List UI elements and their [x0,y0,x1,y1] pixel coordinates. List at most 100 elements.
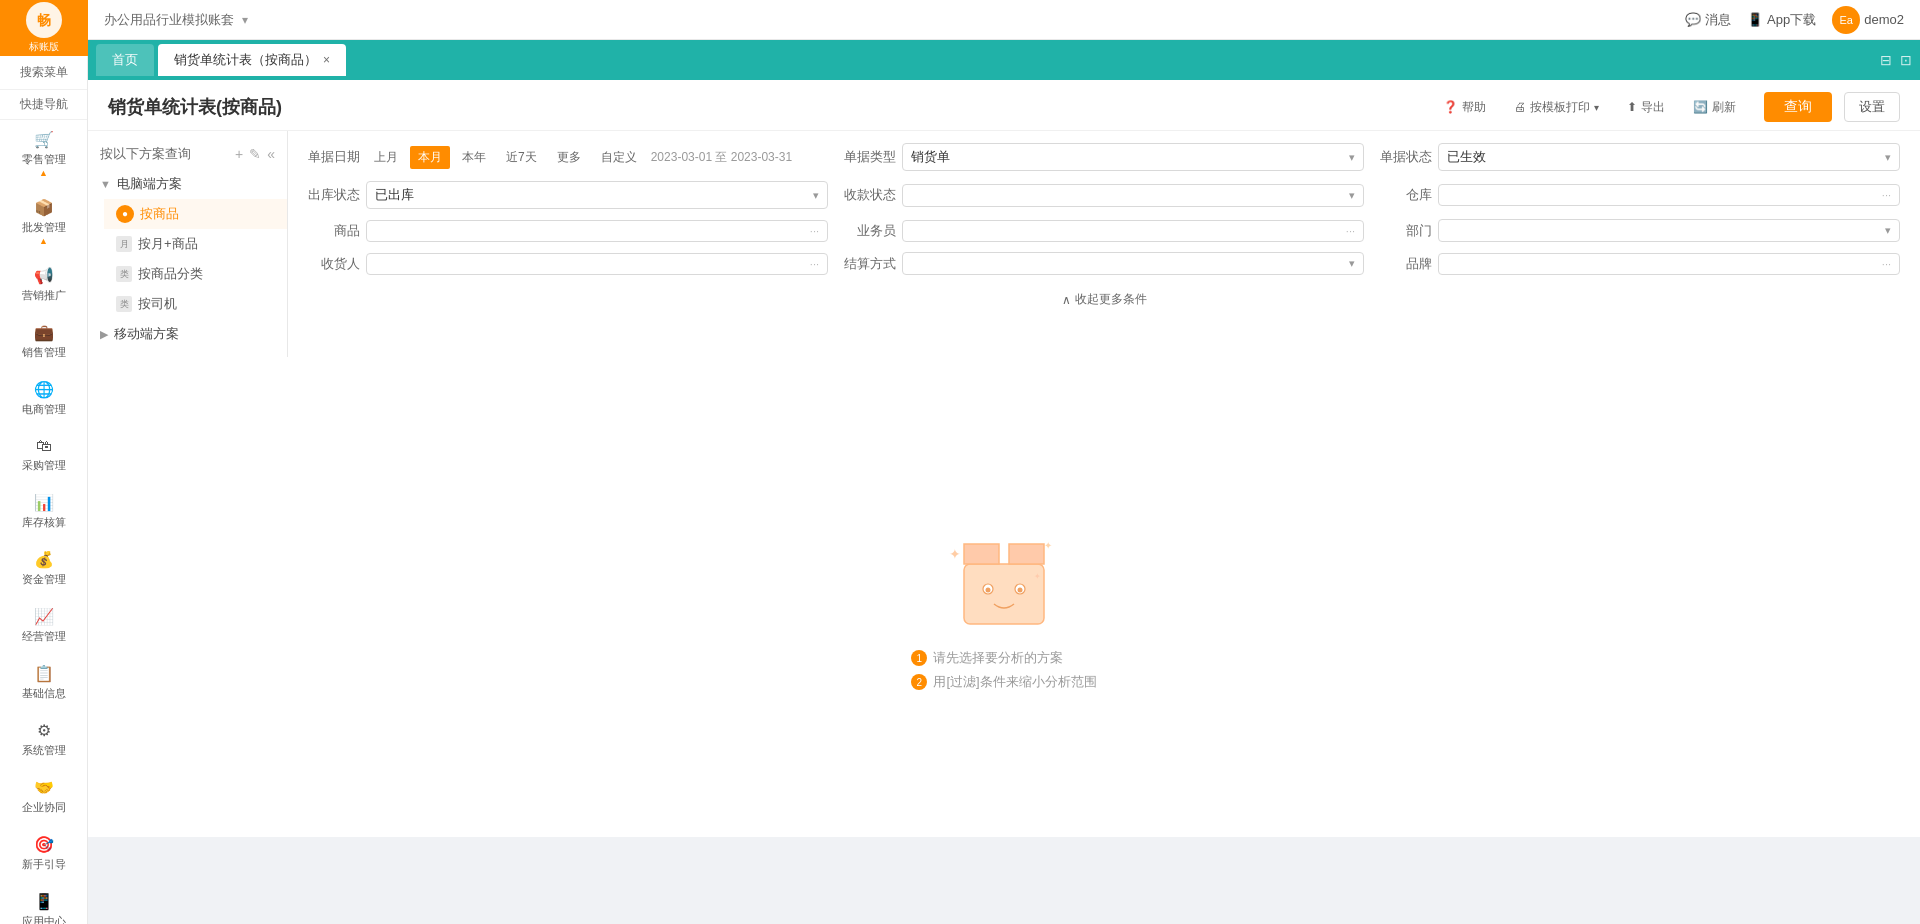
message-button[interactable]: 💬 消息 [1685,11,1731,29]
company-icon: 🤝 [34,778,54,797]
app-download-button[interactable]: 📱 App下载 [1747,11,1816,29]
brand-input[interactable]: ··· [1438,253,1900,275]
collapse-label: 收起更多条件 [1075,291,1147,308]
box-body: ✦ ✦ ✦ [944,524,1064,637]
add-scheme-icon[interactable]: + [235,146,243,162]
tab-bar-right: ⊟ ⊡ [1880,52,1912,68]
date-more-btn[interactable]: 更多 [549,146,589,169]
bill-type-dropdown-icon: ▾ [1349,151,1355,164]
filter-warehouse-status-cell: 出库状态 已出库 ▾ [308,181,828,209]
tab-close-icon[interactable]: × [323,53,330,67]
date-buttons: 上月 本月 本年 近7天 更多 自定义 [366,146,645,169]
refresh-button[interactable]: 🔄 刷新 [1685,95,1744,120]
help-icon: ❓ [1443,100,1458,114]
hint-1-num: 1 [911,650,927,666]
bill-status-label: 单据状态 [1380,148,1432,166]
basic-icon: 📋 [34,664,54,683]
tab-maximize-icon[interactable]: ⊡ [1900,52,1912,68]
empty-hint-1: 1 请先选择要分析的方案 [911,649,1096,667]
breadcrumb-dropdown[interactable]: ▾ [242,13,248,27]
content-inner: 销货单统计表(按商品) ❓ 帮助 🖨 按模板打印 ▾ ⬆ 导出 [88,80,1920,837]
date-this-month-btn[interactable]: 本月 [410,146,450,169]
sidebar-item-basic[interactable]: 📋 基础信息 [0,654,87,711]
filter-bill-type-cell: 单据类型 销货单 ▾ [844,143,1364,171]
goods-input[interactable]: ··· [366,220,828,242]
payment-method-label: 结算方式 [844,255,896,273]
help-button[interactable]: ❓ 帮助 [1435,95,1494,120]
warehouse-input[interactable]: ··· [1438,184,1900,206]
sidebar-item-sales[interactable]: 💼 销售管理 [0,313,87,370]
sidebar-search-nav[interactable]: 搜索菜单 [0,56,87,90]
date-last-month-btn[interactable]: 上月 [366,146,406,169]
sidebar-quick-nav[interactable]: 快捷导航 [0,90,87,120]
edit-scheme-icon[interactable]: ✎ [249,146,261,162]
search-label[interactable]: 搜索菜单 [20,65,68,79]
payment-status-select[interactable]: ▾ [902,184,1364,207]
sidebar-item-wholesale[interactable]: 📦 批发管理 ▲ [0,188,87,256]
sidebar-item-guide[interactable]: 🎯 新手引导 [0,825,87,882]
svg-text:✦: ✦ [949,546,961,562]
user-profile[interactable]: Ea demo2 [1832,6,1904,34]
filter-row-3: 商品 ··· 业务员 ··· [308,219,1900,242]
payment-status-dropdown-icon: ▾ [1349,189,1355,202]
sidebar-item-finance[interactable]: 💰 资金管理 [0,540,87,597]
selected-indicator: ● [116,205,134,223]
right-filter-panel: 单据日期 上月 本月 本年 近7天 更多 自定义 2023-03-01 至 20… [288,131,1920,357]
tree-toggle-pc: ▼ [100,178,111,190]
collapse-panel-icon[interactable]: « [267,146,275,162]
filter-salesperson-cell: 业务员 ··· [844,220,1364,242]
collapse-filters-btn[interactable]: ∧ 收起更多条件 [308,285,1900,314]
bill-type-label: 单据类型 [844,148,896,166]
download-icon: 📱 [1747,12,1763,27]
salesperson-input[interactable]: ··· [902,220,1364,242]
settings-button[interactable]: 设置 [1844,92,1900,122]
tree-item-by-category[interactable]: 类 按商品分类 [104,259,287,289]
date-last7-btn[interactable]: 近7天 [498,146,545,169]
date-this-year-btn[interactable]: 本年 [454,146,494,169]
query-button[interactable]: 查询 [1764,92,1832,122]
sidebar-item-marketing[interactable]: 📢 营销推广 [0,256,87,313]
operation-icon: 📈 [34,607,54,626]
tree-toggle-mobile: ▶ [100,328,108,341]
sidebar-item-system[interactable]: ⚙ 系统管理 [0,711,87,768]
sidebar-item-purchase[interactable]: 🛍 采购管理 [0,427,87,483]
header-left: 办公用品行业模拟账套 ▾ [104,11,248,29]
message-label: 消息 [1705,11,1731,29]
payment-method-select[interactable]: ▾ [902,252,1364,275]
tab-sales-stats[interactable]: 销货单统计表（按商品） × [158,44,346,76]
empty-box-svg: ✦ ✦ ✦ [944,524,1064,634]
tree-label-by-goods: 按商品 [140,205,179,223]
sidebar-item-retail[interactable]: 🛒 零售管理 ▲ [0,120,87,188]
date-custom-btn[interactable]: 自定义 [593,146,645,169]
tree-item-by-dept[interactable]: 类 按司机 [104,289,287,319]
sidebar-item-operation[interactable]: 📈 经营管理 [0,597,87,654]
logo-icon: 畅 [26,2,62,38]
bill-status-select[interactable]: 已生效 ▾ [1438,143,1900,171]
message-icon: 💬 [1685,12,1701,27]
print-button[interactable]: 🖨 按模板打印 ▾ [1506,95,1607,120]
sidebar-item-apps[interactable]: 📱 应用中心 [0,882,87,924]
sidebar-item-ecommerce[interactable]: 🌐 电商管理 [0,370,87,427]
tree-item-by-goods[interactable]: ● 按商品 [104,199,287,229]
bill-type-select[interactable]: 销货单 ▾ [902,143,1364,171]
tree-item-mobile[interactable]: ▶ 移动端方案 [88,319,287,349]
export-button[interactable]: ⬆ 导出 [1619,95,1673,120]
tab-minimize-icon[interactable]: ⊟ [1880,52,1892,68]
sidebar-item-company[interactable]: 🤝 企业协同 [0,768,87,825]
left-panel-actions: + ✎ « [235,146,275,162]
tree-item-pc[interactable]: ▼ 电脑端方案 [88,169,287,199]
tree-item-by-month-goods[interactable]: 月 按月+商品 [104,229,287,259]
export-icon: ⬆ [1627,100,1637,114]
sales-icon: 💼 [34,323,54,342]
sidebar-menu: 🛒 零售管理 ▲ 📦 批发管理 ▲ 📢 营销推广 💼 销售管理 🌐 电商管理 🛍… [0,120,87,924]
receiver-dots: ··· [810,258,819,270]
department-label: 部门 [1380,222,1432,240]
receiver-input[interactable]: ··· [366,253,828,275]
export-label: 导出 [1641,99,1665,116]
tab-home[interactable]: 首页 [96,44,154,76]
warehouse-status-select[interactable]: 已出库 ▾ [366,181,828,209]
user-name: demo2 [1864,12,1904,27]
sidebar-logo[interactable]: 畅 标账版 [0,0,88,56]
sidebar-item-inventory[interactable]: 📊 库存核算 [0,483,87,540]
department-select[interactable]: ▾ [1438,219,1900,242]
